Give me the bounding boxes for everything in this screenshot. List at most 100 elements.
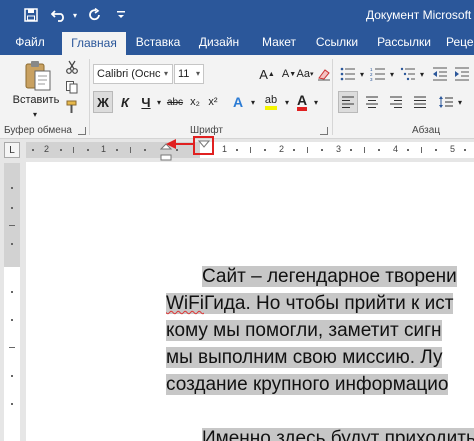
document-page[interactable]: Сайт – легендарное творени WiFiГида. Но … [26,162,474,441]
vertical-ruler[interactable] [4,163,20,441]
ruler-tick [73,147,74,153]
tab-selector-icon[interactable]: L [4,142,20,158]
ruler-dot [11,375,13,377]
title-bar: ▾ Документ Microsoft [0,0,474,30]
ruler-dot [464,149,466,151]
strikethrough-button[interactable]: abc [164,91,186,113]
font-dialog-launcher[interactable] [320,127,328,135]
ruler-dot [407,149,409,151]
font-color-button[interactable]: A [293,91,311,113]
ruler-dot [236,149,238,151]
highlight-dropdown-icon[interactable]: ▾ [282,91,292,113]
underline-button[interactable]: Ч [138,91,154,113]
tab-design[interactable]: Дизайн [195,30,243,55]
bullets-icon[interactable] [338,64,358,84]
italic-button[interactable]: К [116,91,134,113]
tab-review[interactable]: Реце [446,30,474,55]
text-effects-dropdown-icon[interactable]: ▾ [248,91,258,113]
tab-file[interactable]: Файл [12,30,48,55]
tab-mailings[interactable]: Рассылки [374,30,434,55]
ruler-dot [350,149,352,151]
increase-indent-icon[interactable] [452,64,472,84]
undo-icon[interactable] [48,4,70,26]
paragraph-group-label: Абзац [412,125,441,136]
multilevel-list-icon[interactable] [398,64,418,84]
first-line-indent-marker-icon[interactable] [198,140,210,152]
tab-references[interactable]: Ссылки [312,30,362,55]
format-painter-icon[interactable] [64,99,80,115]
justify-icon[interactable] [410,91,430,113]
ruler-tick [9,347,15,348]
clipboard-dialog-launcher[interactable] [78,127,86,135]
ruler-dot [11,291,13,293]
bold-button[interactable]: Ж [93,91,113,113]
document-line[interactable]: кому мы помогли, заметит сигн [166,318,442,344]
align-center-icon[interactable] [362,91,382,113]
line-spacing-icon[interactable] [436,91,456,113]
svg-text:3: 3 [370,77,373,81]
ruler-dot [435,149,437,151]
undo-dropdown-icon[interactable]: ▾ [70,4,80,26]
ruler-dot [87,149,89,151]
ribbon-tabs: Файл Главная Вставка Дизайн Макет Ссылки… [0,30,474,55]
font-color-dropdown-icon[interactable]: ▾ [311,91,321,113]
customize-qat-icon[interactable] [114,4,128,26]
font-size-value: 11 [178,68,190,80]
document-line[interactable]: Сайт – легендарное творени [202,264,457,290]
ribbon: Вставить ▾ Буфер обмена Calibri (Оснс ▾ … [0,55,474,139]
redo-icon[interactable] [84,4,106,26]
ruler-number: 1 [101,144,107,154]
document-line[interactable]: мы выполним свою миссию. Лу [166,345,443,371]
ruler-dot [378,149,380,151]
document-line[interactable]: создание крупного информацио [166,372,449,398]
ribbon-separator [332,59,333,135]
tab-layout[interactable]: Макет [256,30,302,55]
subscript-button[interactable]: x₂ [187,91,203,113]
ruler-dot [11,319,13,321]
document-line[interactable]: Именно здесь будут приходить [202,426,474,441]
line-spacing-dropdown-icon[interactable]: ▾ [456,91,464,113]
highlight-button[interactable]: ab [260,91,282,113]
cut-icon[interactable] [64,59,80,75]
ruler-dot [321,149,323,151]
copy-icon[interactable] [64,79,80,95]
ruler-number: 3 [336,144,342,154]
ruler-dot [11,187,13,189]
horizontal-ruler[interactable]: 2 1 1 2 3 4 5 [26,142,474,158]
text-effects-button[interactable]: A [228,91,248,113]
ruler-number: 1 [222,144,228,154]
clear-formatting-icon[interactable] [316,64,332,84]
bullets-dropdown-icon[interactable]: ▾ [358,64,366,84]
superscript-button[interactable]: x² [205,91,221,113]
paste-button-label[interactable]: Вставить [10,93,62,107]
align-left-icon[interactable] [338,91,358,113]
tab-home[interactable]: Главная [62,32,126,55]
horizontal-ruler-row: L 2 1 1 2 3 4 5 [0,139,474,161]
annotation-arrow-icon [166,139,194,149]
font-size-dropdown-icon[interactable]: ▾ [196,69,200,78]
decrease-indent-icon[interactable] [430,64,450,84]
window-title: Документ Microsoft [366,8,472,22]
numbering-dropdown-icon[interactable]: ▾ [388,64,396,84]
clipboard-group-label: Буфер обмена [4,125,72,136]
word-window: ▾ Документ Microsoft Файл Главная Вставк… [0,0,474,441]
paste-dropdown-icon[interactable]: ▾ [28,109,42,119]
misspelled-word: WiFi [166,293,204,314]
change-case-button[interactable]: Aa ▾ [296,64,314,84]
paste-icon[interactable] [20,59,54,93]
font-name-dropdown-icon[interactable]: ▾ [164,69,168,78]
ruler-dot [264,149,266,151]
multilevel-dropdown-icon[interactable]: ▾ [418,64,426,84]
underline-dropdown-icon[interactable]: ▾ [154,91,164,113]
tab-insert[interactable]: Вставка [132,30,184,55]
font-name-combo[interactable]: Calibri (Оснс [93,64,173,84]
ruler-dot [144,149,146,151]
ruler-dot [32,149,34,151]
save-icon[interactable] [20,4,42,26]
numbering-icon[interactable]: 123 [368,64,388,84]
align-right-icon[interactable] [386,91,406,113]
grow-font-button[interactable]: A ▲ [258,64,276,84]
ruler-dot [293,149,295,151]
document-line[interactable]: WiFiГида. Но чтобы прийти к ист [166,291,454,317]
ruler-tick [364,147,365,153]
